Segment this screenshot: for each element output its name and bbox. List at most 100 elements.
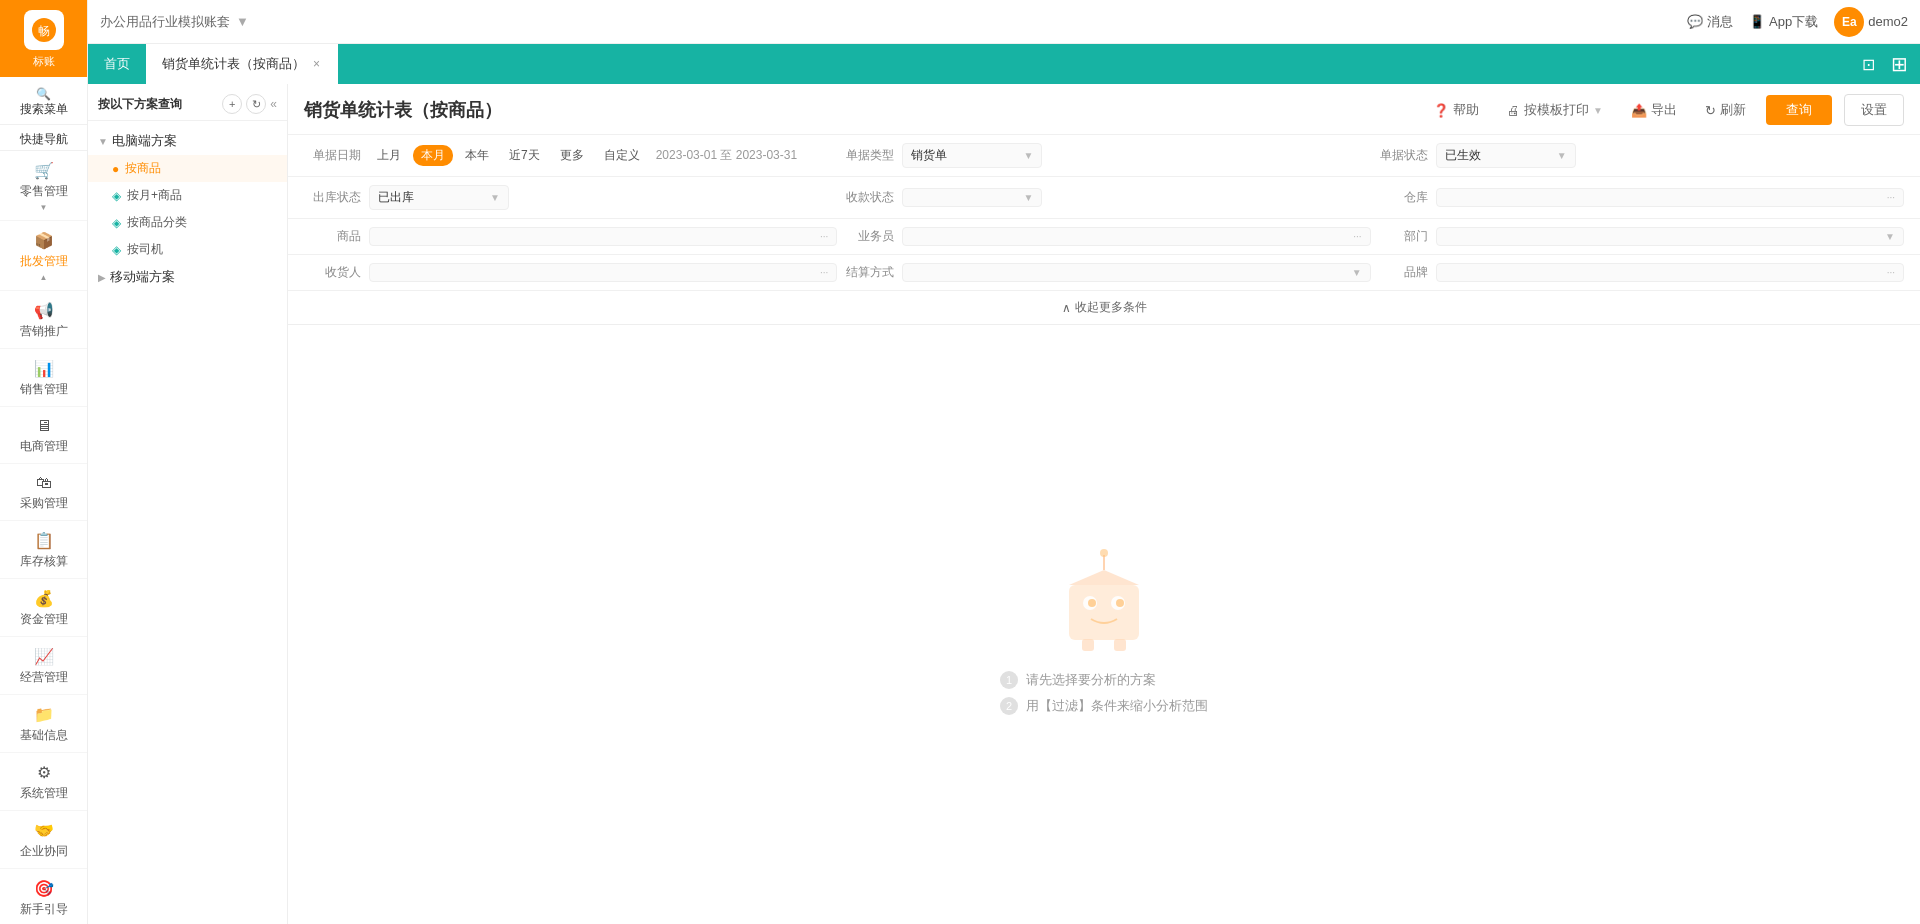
salesman-control: ··· bbox=[902, 227, 1370, 246]
quick-nav[interactable]: 快捷导航 bbox=[0, 125, 87, 151]
sidebar-item-newbie-label: 新手引导 bbox=[20, 901, 68, 918]
svg-rect-2 bbox=[1069, 585, 1139, 640]
print-button[interactable]: 🖨 按模板打印 ▼ bbox=[1499, 97, 1611, 123]
doc-status-select[interactable]: 已生效 ▼ bbox=[1436, 143, 1576, 168]
tab-report[interactable]: 销货单统计表（按商品） × bbox=[146, 44, 338, 84]
tree-item-by-driver[interactable]: ◈ 按司机 bbox=[88, 236, 287, 263]
tab-restore-icon[interactable]: ⊡ bbox=[1858, 51, 1879, 78]
collect-status-arrow: ▼ bbox=[1023, 192, 1033, 203]
page-title: 销货单统计表（按商品） bbox=[304, 98, 502, 122]
salesman-input[interactable]: ··· bbox=[902, 227, 1370, 246]
collect-status-select[interactable]: ▼ bbox=[902, 188, 1042, 207]
sidebar-item-retail[interactable]: 🛒 零售管理 ▼ bbox=[0, 151, 87, 221]
sidebar-item-sales[interactable]: 📊 销售管理 bbox=[0, 349, 87, 407]
tree-item-by-month-goods[interactable]: ◈ 按月+商品 bbox=[88, 182, 287, 209]
search-label: 搜索菜单 bbox=[20, 102, 68, 116]
tree-item-by-goods-label: 按商品 bbox=[125, 160, 161, 177]
brand-input[interactable]: ··· bbox=[1436, 263, 1904, 282]
setting-button[interactable]: 设置 bbox=[1844, 94, 1904, 126]
refresh-scheme-button[interactable]: ↻ bbox=[246, 94, 266, 114]
tree-item-by-category[interactable]: ◈ 按商品分类 bbox=[88, 209, 287, 236]
sidebar-item-inventory[interactable]: 📋 库存核算 bbox=[0, 521, 87, 579]
settle-arrow: ▼ bbox=[1352, 267, 1362, 278]
warehouse-input[interactable]: ··· bbox=[1436, 188, 1904, 207]
sidebar-item-operation[interactable]: 📈 经营管理 bbox=[0, 637, 87, 695]
receiver-input[interactable]: ··· bbox=[369, 263, 837, 282]
sidebar-item-system[interactable]: ⚙ 系统管理 bbox=[0, 753, 87, 811]
tree-item-by-driver-label: 按司机 bbox=[127, 241, 163, 258]
help-icon: ❓ bbox=[1433, 103, 1449, 118]
doc-type-select[interactable]: 销货单 ▼ bbox=[902, 143, 1042, 168]
settle-label: 结算方式 bbox=[837, 264, 902, 281]
sidebar-item-basic[interactable]: 📁 基础信息 bbox=[0, 695, 87, 753]
date-range: 2023-03-01 至 2023-03-31 bbox=[656, 147, 797, 164]
tree-group-mobile[interactable]: ▶ 移动端方案 bbox=[88, 263, 287, 291]
sidebar-item-finance[interactable]: 💰 资金管理 bbox=[0, 579, 87, 637]
date-tab-last-month[interactable]: 上月 bbox=[369, 145, 409, 166]
page-actions: ❓ 帮助 🖨 按模板打印 ▼ 📤 导出 ↻ 刷新 bbox=[1425, 94, 1904, 126]
collapse-icon: ∧ bbox=[1062, 301, 1071, 315]
chevron-down-icon: ▼ bbox=[40, 203, 48, 212]
sidebar-item-ecommerce[interactable]: 🖥 电商管理 bbox=[0, 407, 87, 464]
sidebar-item-operation-label: 经营管理 bbox=[20, 669, 68, 686]
department-select[interactable]: ▼ bbox=[1436, 227, 1904, 246]
query-button[interactable]: 查询 bbox=[1766, 95, 1832, 125]
sidebar-item-purchase[interactable]: 🛍 采购管理 bbox=[0, 464, 87, 521]
goods-input[interactable]: ··· bbox=[369, 227, 837, 246]
svg-rect-9 bbox=[1082, 639, 1094, 651]
date-tab-this-year[interactable]: 本年 bbox=[457, 145, 497, 166]
sidebar: 畅 标账 🔍 搜索菜单 快捷导航 🛒 零售管理 ▼ 📦 批发管理 ▲ 📢 营销推… bbox=[0, 0, 88, 924]
search-menu[interactable]: 🔍 搜索菜单 bbox=[0, 77, 87, 125]
tab-minimize-icon[interactable]: ⊞ bbox=[1887, 48, 1912, 80]
tab-close-icon[interactable]: × bbox=[311, 55, 322, 73]
tree-group-mobile-label: 移动端方案 bbox=[110, 268, 175, 286]
receiver-cell: 收货人 ··· bbox=[304, 263, 837, 282]
tree-group-pc[interactable]: ▼ 电脑端方案 bbox=[88, 127, 287, 155]
sidebar-item-cooperation[interactable]: 🤝 企业协同 bbox=[0, 811, 87, 869]
help-button[interactable]: ❓ 帮助 bbox=[1425, 97, 1487, 123]
empty-illustration bbox=[1044, 535, 1164, 655]
settle-select[interactable]: ▼ bbox=[902, 263, 1370, 282]
empty-state: 1 请先选择要分析的方案 2 用【过滤】条件来缩小分析范围 bbox=[288, 325, 1920, 924]
out-status-select[interactable]: 已出库 ▼ bbox=[369, 185, 509, 210]
date-tab-this-month[interactable]: 本月 bbox=[413, 145, 453, 166]
sidebar-item-purchase-label: 采购管理 bbox=[20, 495, 68, 512]
print-icon: 🖨 bbox=[1507, 103, 1520, 118]
message-button[interactable]: 💬 消息 bbox=[1687, 13, 1733, 31]
salesman-label: 业务员 bbox=[837, 228, 902, 245]
collapse-more-button[interactable]: ∧ 收起更多条件 bbox=[288, 291, 1920, 325]
sidebar-item-marketing[interactable]: 📢 营销推广 bbox=[0, 291, 87, 349]
sidebar-item-wholesale[interactable]: 📦 批发管理 ▲ bbox=[0, 221, 87, 291]
app-download-button[interactable]: 📱 App下载 bbox=[1749, 13, 1818, 31]
refresh-button[interactable]: ↻ 刷新 bbox=[1697, 97, 1754, 123]
breadcrumb-arrow[interactable]: ▼ bbox=[236, 14, 249, 29]
quick-nav-label: 快捷导航 bbox=[20, 132, 68, 146]
tree-section: ▼ 电脑端方案 ● 按商品 ◈ 按月+商品 ◈ 按商品分类 ◈ 按司机 bbox=[88, 121, 287, 924]
tree-item-by-month-goods-label: 按月+商品 bbox=[127, 187, 182, 204]
add-scheme-button[interactable]: + bbox=[222, 94, 242, 114]
filter-row-4: 收货人 ··· 结算方式 ▼ bbox=[288, 255, 1920, 291]
svg-point-6 bbox=[1116, 599, 1124, 607]
date-tab-7days[interactable]: 近7天 bbox=[501, 145, 548, 166]
date-tab-custom[interactable]: 自定义 bbox=[596, 145, 648, 166]
sidebar-item-newbie[interactable]: 🎯 新手引导 bbox=[0, 869, 87, 924]
doc-type-label: 单据类型 bbox=[837, 147, 902, 164]
collapse-panel-button[interactable]: « bbox=[270, 97, 277, 111]
out-status-label: 出库状态 bbox=[304, 189, 369, 206]
empty-tips: 1 请先选择要分析的方案 2 用【过滤】条件来缩小分析范围 bbox=[1000, 671, 1208, 715]
user-menu[interactable]: Ea demo2 bbox=[1834, 7, 1908, 37]
collect-status-cell: 收款状态 ▼ bbox=[837, 185, 1370, 210]
operation-icon: 📈 bbox=[34, 647, 54, 666]
doc-type-control: 销货单 ▼ bbox=[902, 143, 1370, 168]
tree-item-by-goods[interactable]: ● 按商品 bbox=[88, 155, 287, 182]
date-tab-more[interactable]: 更多 bbox=[552, 145, 592, 166]
inventory-icon: 📋 bbox=[34, 531, 54, 550]
sidebar-item-sales-label: 销售管理 bbox=[20, 381, 68, 398]
app-icon: 📱 bbox=[1749, 14, 1765, 29]
export-button[interactable]: 📤 导出 bbox=[1623, 97, 1685, 123]
avatar-text: Ea bbox=[1842, 15, 1857, 29]
goods-dots: ··· bbox=[820, 231, 828, 242]
filter-row-3: 商品 ··· 业务员 ··· bbox=[288, 219, 1920, 255]
tab-home[interactable]: 首页 bbox=[88, 44, 146, 84]
left-panel-header: 按以下方案查询 + ↻ « bbox=[88, 84, 287, 121]
